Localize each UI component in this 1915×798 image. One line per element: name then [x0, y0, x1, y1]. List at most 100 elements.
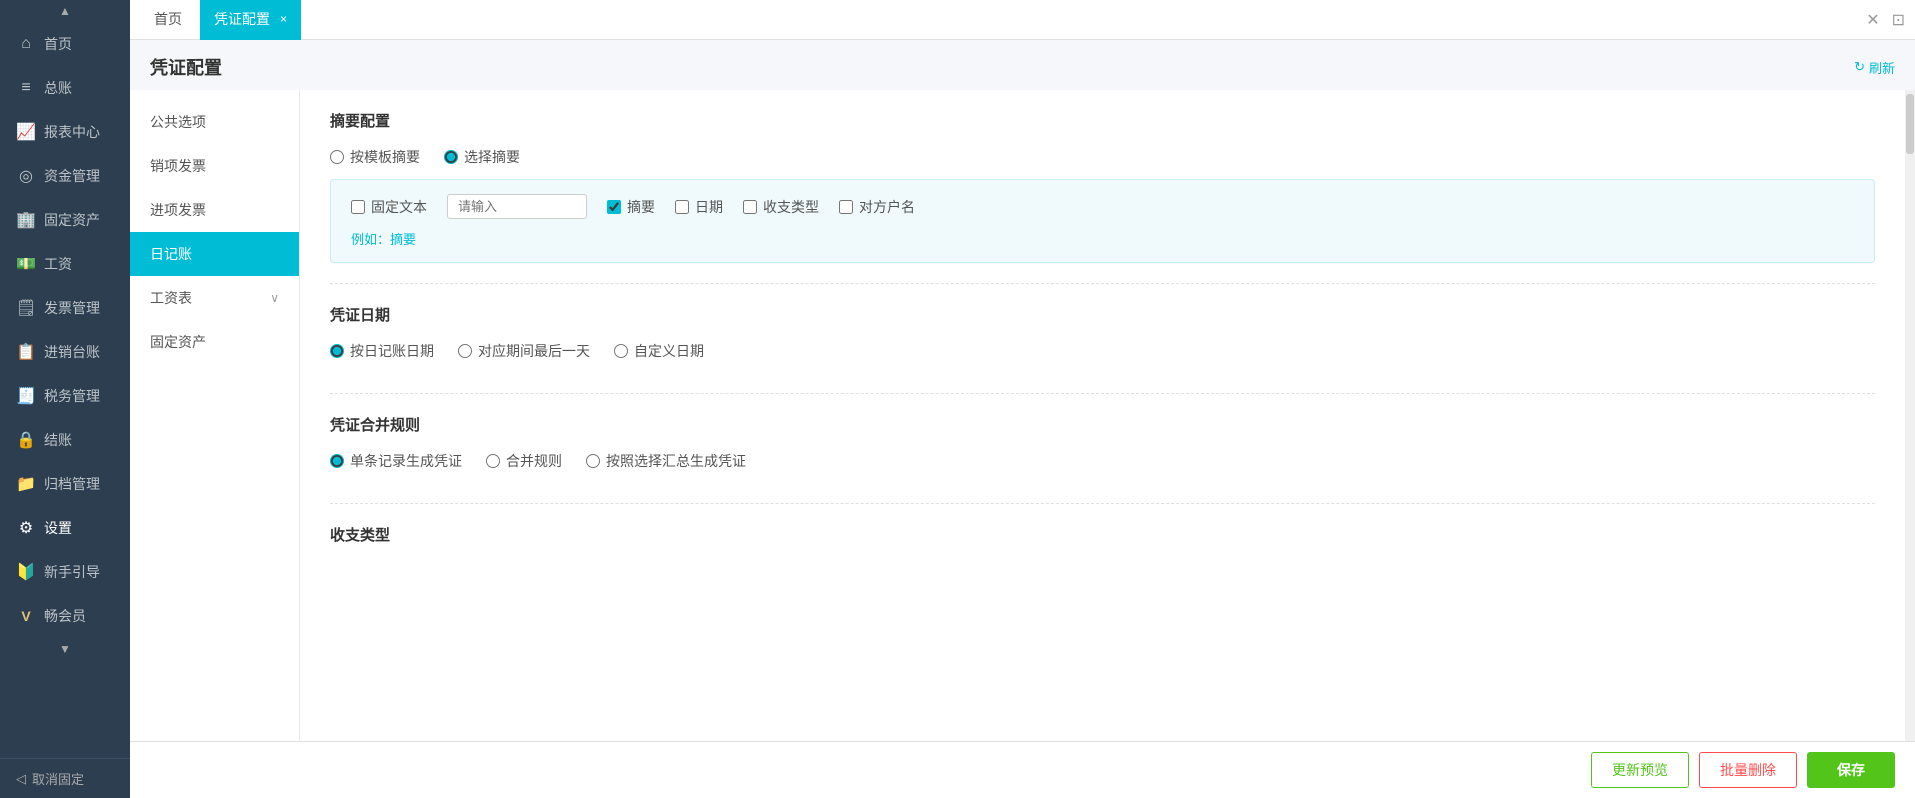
ledger-icon: ≡: [16, 79, 36, 97]
refresh-icon: ↻: [1854, 59, 1865, 75]
report-icon: 📈: [16, 122, 36, 142]
guide-icon: 🔰: [16, 562, 36, 582]
vip-icon: V: [16, 608, 36, 624]
radio-template-label[interactable]: 按模板摘要: [330, 147, 420, 167]
sidebar-scroll-down[interactable]: ▼: [0, 638, 130, 660]
settings-icon: ⚙: [16, 518, 36, 538]
tab-voucher-config[interactable]: 凭证配置 ×: [200, 0, 301, 40]
sidebar-item-ledger[interactable]: ≡ 总账: [0, 66, 130, 110]
page-title: 凭证配置: [150, 54, 222, 80]
tab-bar: 首页 凭证配置 × ✕ ⊡: [130, 0, 1915, 40]
left-nav-purchase-invoice[interactable]: 进项发票: [130, 188, 299, 232]
checkbox-date-label[interactable]: 日期: [675, 197, 723, 217]
purchasesale-icon: 📋: [16, 342, 36, 362]
window-resize-button[interactable]: ⊡: [1892, 10, 1905, 30]
window-controls: ✕ ⊡: [1866, 10, 1905, 30]
refresh-button[interactable]: ↻ 刷新: [1854, 58, 1895, 77]
checkbox-fixed-text-label[interactable]: 固定文本: [351, 197, 427, 217]
example-text: 例如：摘要: [351, 229, 1854, 248]
voucher-date-title: 凭证日期: [330, 304, 1875, 325]
checkbox-income-type[interactable]: [743, 200, 757, 214]
radio-template[interactable]: [330, 150, 344, 164]
sidebar-item-purchasesale[interactable]: 📋 进销台账: [0, 330, 130, 374]
radio-custom-date[interactable]: [614, 344, 628, 358]
assets-icon: 🏢: [16, 210, 36, 230]
radio-single[interactable]: [330, 454, 344, 468]
sidebar-item-vip[interactable]: V 畅会员: [0, 594, 130, 638]
batch-delete-button[interactable]: 批量删除: [1699, 752, 1797, 788]
checkbox-summary-label[interactable]: 摘要: [607, 197, 655, 217]
checkbox-income-type-label[interactable]: 收支类型: [743, 197, 819, 217]
left-nav-public[interactable]: 公共选项: [130, 100, 299, 144]
page-header: 凭证配置 ↻ 刷新: [130, 40, 1915, 90]
closing-icon: 🔒: [16, 430, 36, 450]
sidebar-item-assets[interactable]: 🏢 固定资产: [0, 198, 130, 242]
checkbox-fixed-text[interactable]: [351, 200, 365, 214]
merge-rule-title: 凭证合并规则: [330, 414, 1875, 435]
home-icon: ⌂: [16, 35, 36, 53]
left-nav-sales-invoice[interactable]: 销项发票: [130, 144, 299, 188]
sidebar-item-settings[interactable]: ⚙ 设置: [0, 506, 130, 550]
date-radio-group: 按日记账日期 对应期间最后一天 自定义日期: [330, 341, 1875, 361]
voucher-date-section: 凭证日期 按日记账日期 对应期间最后一天 自定义日期: [330, 304, 1875, 394]
sidebar-scroll-up[interactable]: ▲: [0, 0, 130, 22]
sidebar-item-funds[interactable]: ◎ 资金管理: [0, 154, 130, 198]
left-nav-salary-table[interactable]: 工资表 ∨: [130, 276, 299, 320]
update-preview-button[interactable]: 更新预览: [1591, 752, 1689, 788]
pin-icon: ◁: [16, 771, 26, 787]
radio-select[interactable]: [444, 150, 458, 164]
merge-rule-section: 凭证合并规则 单条记录生成凭证 合并规则 按照选择汇总生成凭证: [330, 414, 1875, 504]
content-area: 公共选项 销项发票 进项发票 日记账 工资表 ∨ 固定资产 摘要配置: [130, 90, 1915, 741]
cancel-pin-button[interactable]: ◁ 取消固定: [0, 758, 130, 798]
sidebar-item-invoice[interactable]: 🗒 发票管理: [0, 286, 130, 330]
summary-config-box: 固定文本 摘要 日期 收支类型: [330, 179, 1875, 263]
funds-icon: ◎: [16, 166, 36, 186]
sidebar-item-closing[interactable]: 🔒 结账: [0, 418, 130, 462]
sidebar-item-report[interactable]: 📈 报表中心: [0, 110, 130, 154]
sidebar-item-guide[interactable]: 🔰 新手引导: [0, 550, 130, 594]
main-area: 首页 凭证配置 × ✕ ⊡ 凭证配置 ↻ 刷新 公共选项 销项发票 进: [130, 0, 1915, 798]
window-close-button[interactable]: ✕: [1866, 10, 1879, 30]
left-nav: 公共选项 销项发票 进项发票 日记账 工资表 ∨ 固定资产: [130, 90, 300, 741]
summary-radio-group: 按模板摘要 选择摘要: [330, 147, 1875, 167]
left-nav-journal[interactable]: 日记账: [130, 232, 299, 276]
checkbox-summary[interactable]: [607, 200, 621, 214]
tax-icon: 🧾: [16, 386, 36, 406]
fixed-text-input[interactable]: [447, 194, 587, 219]
radio-last-day-label[interactable]: 对应期间最后一天: [458, 341, 590, 361]
summary-checkbox-group: 固定文本 摘要 日期 收支类型: [351, 194, 1854, 219]
sidebar-item-archive[interactable]: 📁 归档管理: [0, 462, 130, 506]
radio-select-label[interactable]: 选择摘要: [444, 147, 520, 167]
scrollbar[interactable]: [1905, 90, 1915, 741]
sidebar: ▲ ⌂ 首页 ≡ 总账 📈 报表中心 ◎ 资金管理 🏢 固定资产 💵 工资 🗒 …: [0, 0, 130, 798]
income-type-section: 收支类型: [330, 524, 1875, 581]
radio-journal-date[interactable]: [330, 344, 344, 358]
radio-merge-label[interactable]: 合并规则: [486, 451, 562, 471]
summary-config-section: 摘要配置 按模板摘要 选择摘要 固定文本: [330, 110, 1875, 284]
radio-merge[interactable]: [486, 454, 500, 468]
sidebar-item-home[interactable]: ⌂ 首页: [0, 22, 130, 66]
save-button[interactable]: 保存: [1807, 752, 1895, 788]
salary-icon: 💵: [16, 254, 36, 274]
radio-last-day[interactable]: [458, 344, 472, 358]
chevron-down-icon: ∨: [270, 291, 279, 305]
radio-summary[interactable]: [586, 454, 600, 468]
tab-close-icon[interactable]: ×: [280, 12, 287, 26]
sidebar-item-salary[interactable]: 💵 工资: [0, 242, 130, 286]
radio-single-label[interactable]: 单条记录生成凭证: [330, 451, 462, 471]
radio-summary-label[interactable]: 按照选择汇总生成凭证: [586, 451, 746, 471]
left-nav-fixed-assets[interactable]: 固定资产: [130, 320, 299, 364]
scroll-thumb[interactable]: [1906, 94, 1914, 154]
tab-home[interactable]: 首页: [140, 0, 196, 40]
bottom-bar: 更新预览 批量删除 保存: [130, 741, 1915, 798]
sidebar-item-tax[interactable]: 🧾 税务管理: [0, 374, 130, 418]
checkbox-counterpart[interactable]: [839, 200, 853, 214]
invoice-icon: 🗒: [16, 298, 36, 318]
income-type-title: 收支类型: [330, 524, 1875, 545]
radio-custom-date-label[interactable]: 自定义日期: [614, 341, 704, 361]
checkbox-counterpart-label[interactable]: 对方户名: [839, 197, 915, 217]
right-content: 摘要配置 按模板摘要 选择摘要 固定文本: [300, 90, 1905, 741]
radio-journal-date-label[interactable]: 按日记账日期: [330, 341, 434, 361]
checkbox-date[interactable]: [675, 200, 689, 214]
summary-config-title: 摘要配置: [330, 110, 1875, 131]
